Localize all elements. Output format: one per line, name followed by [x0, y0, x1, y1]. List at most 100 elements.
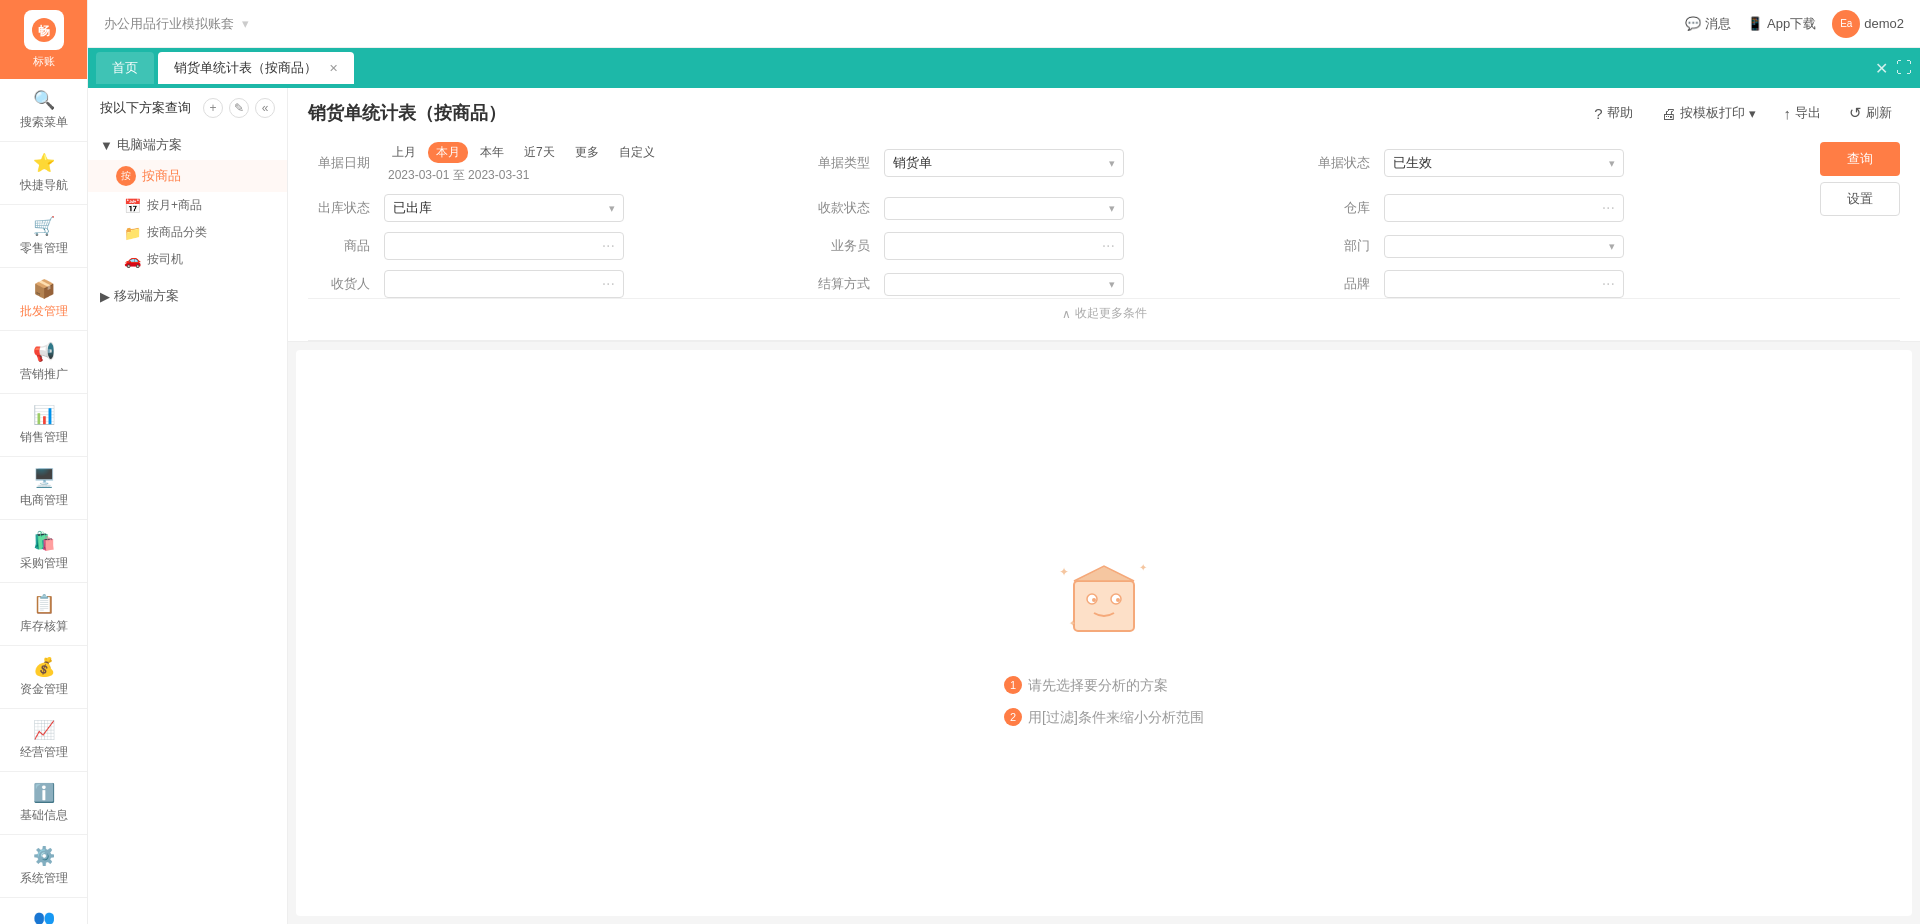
category-icon: 📁 [124, 225, 141, 241]
tree-group-desktop[interactable]: ▼ 电脑端方案 [88, 130, 287, 160]
edit-scheme-btn[interactable]: ✎ [229, 98, 249, 118]
tree-item-label: 按商品 [142, 167, 181, 185]
query-button[interactable]: 查询 [1820, 142, 1900, 176]
refresh-label: 刷新 [1866, 104, 1892, 122]
warehouse-label: 仓库 [1308, 199, 1378, 217]
empty-state: ✦ ✦ ✦ 1 请先选择要分析的方案 2 用[过滤]条件来缩小分析范围 [296, 350, 1912, 916]
sidebar-item-quick-nav[interactable]: ⭐ 快捷导航 [0, 142, 87, 205]
doc-status-select[interactable]: 已生效 ▾ [1384, 149, 1624, 177]
breadcrumb-arrow: ▾ [242, 16, 249, 31]
sidebar-item-operation[interactable]: 📈 经营管理 [0, 709, 87, 772]
message-btn[interactable]: 💬 消息 [1685, 15, 1731, 33]
export-btn[interactable]: ↑ 导出 [1776, 100, 1830, 126]
date-btn-last-month[interactable]: 上月 [384, 142, 424, 163]
add-scheme-btn[interactable]: + [203, 98, 223, 118]
date-btn-this-year[interactable]: 本年 [472, 142, 512, 163]
svg-point-7 [1116, 598, 1120, 602]
system-icon: ⚙️ [33, 845, 55, 867]
tree-sub-label: 按商品分类 [147, 224, 207, 241]
tree-item-by-goods[interactable]: 按 按商品 [88, 160, 287, 192]
salesman-input[interactable]: ··· [884, 232, 1124, 260]
sidebar-item-label: 电商管理 [20, 492, 68, 509]
sidebar-item-sales[interactable]: 📊 销售管理 [0, 394, 87, 457]
retail-icon: 🛒 [33, 215, 55, 237]
doc-type-select[interactable]: 销货单 ▾ [884, 149, 1124, 177]
receipt-status-select[interactable]: ▾ [884, 197, 1124, 220]
brand-dots: ··· [1602, 275, 1615, 293]
tree-item-by-driver[interactable]: 🚗 按司机 [88, 246, 287, 273]
collapse-more-btn[interactable]: ∧ 收起更多条件 [308, 298, 1900, 328]
tab-home[interactable]: 首页 [96, 52, 154, 84]
receiver-label: 收货人 [308, 275, 378, 293]
receiver-input[interactable]: ··· [384, 270, 624, 298]
sidebar-item-marketing[interactable]: 📢 营销推广 [0, 331, 87, 394]
tab-sales-stats[interactable]: 销货单统计表（按商品） ✕ [158, 52, 354, 84]
print-dropdown-icon: ▾ [1749, 106, 1756, 121]
tab-close-icon[interactable]: ✕ [329, 62, 338, 75]
marketing-icon: 📢 [33, 341, 55, 363]
date-btn-more[interactable]: 更多 [567, 142, 607, 163]
tree-item-by-month-goods[interactable]: 📅 按月+商品 [88, 192, 287, 219]
svg-text:畅: 畅 [38, 24, 50, 38]
page-title-bar: 销货单统计表（按商品） ? 帮助 🖨 按模板打印 ▾ ↑ [288, 88, 1920, 342]
header-actions: 💬 消息 📱 App下载 Ea demo2 [1685, 10, 1904, 38]
sales-icon: 📊 [33, 404, 55, 426]
ecommerce-icon: 🖥️ [33, 467, 55, 489]
settings-button[interactable]: 设置 [1820, 182, 1900, 216]
dept-select[interactable]: ▾ [1384, 235, 1624, 258]
empty-step-2: 2 用[过滤]条件来缩小分析范围 [1004, 703, 1204, 731]
goods-input[interactable]: ··· [384, 232, 624, 260]
tab-minimize-icon[interactable]: ✕ [1875, 59, 1888, 78]
date-btn-custom[interactable]: 自定义 [611, 142, 663, 163]
panel-header-actions: + ✎ « [203, 98, 275, 118]
settle-label: 结算方式 [808, 275, 878, 293]
tree-group-mobile[interactable]: ▶ 移动端方案 [88, 281, 287, 311]
doc-type-arrow: ▾ [1109, 157, 1115, 170]
sidebar-item-inventory[interactable]: 📋 库存核算 [0, 583, 87, 646]
filter-row-2: 出库状态 已出库 ▾ 收款状态 [308, 194, 1808, 222]
user-profile-btn[interactable]: Ea demo2 [1832, 10, 1904, 38]
out-status-select[interactable]: 已出库 ▾ [384, 194, 624, 222]
empty-text: 1 请先选择要分析的方案 2 用[过滤]条件来缩小分析范围 [1004, 671, 1204, 735]
breadcrumb: 办公用品行业模拟账套 ▾ [104, 15, 249, 33]
sidebar-item-wholesale[interactable]: 📦 批发管理 [0, 268, 87, 331]
svg-text:✦: ✦ [1139, 562, 1147, 573]
print-btn[interactable]: 🖨 按模板打印 ▾ [1653, 100, 1764, 126]
help-icon: ? [1594, 105, 1602, 122]
date-range-display: 2023-03-01 至 2023-03-31 [388, 167, 529, 184]
purchase-icon: 🛍️ [33, 530, 55, 552]
sidebar-item-purchase[interactable]: 🛍️ 采购管理 [0, 520, 87, 583]
date-btn-7days[interactable]: 近7天 [516, 142, 563, 163]
print-label: 按模板打印 [1680, 104, 1745, 122]
sidebar-item-finance[interactable]: 💰 资金管理 [0, 646, 87, 709]
app-download-btn[interactable]: 📱 App下载 [1747, 15, 1816, 33]
settle-arrow: ▾ [1109, 278, 1115, 291]
tree-item-by-category[interactable]: 📁 按商品分类 [88, 219, 287, 246]
tree-group-label: 电脑端方案 [117, 136, 182, 154]
refresh-btn[interactable]: ↺ 刷新 [1841, 100, 1900, 126]
sidebar-item-search[interactable]: 🔍 搜索菜单 [0, 79, 87, 142]
salesman-label: 业务员 [808, 237, 878, 255]
sidebar-item-ecommerce[interactable]: 🖥️ 电商管理 [0, 457, 87, 520]
doc-status-label: 单据状态 [1308, 154, 1378, 172]
print-icon: 🖨 [1661, 105, 1676, 122]
sidebar-item-retail[interactable]: 🛒 零售管理 [0, 205, 87, 268]
search-icon: 🔍 [33, 89, 55, 111]
help-btn[interactable]: ? 帮助 [1586, 100, 1640, 126]
sidebar-item-label: 营销推广 [20, 366, 68, 383]
settle-select[interactable]: ▾ [884, 273, 1124, 296]
sidebar-item-system[interactable]: ⚙️ 系统管理 [0, 835, 87, 898]
sidebar-item-basic[interactable]: ℹ️ 基础信息 [0, 772, 87, 835]
goods-dots: ··· [602, 237, 615, 255]
sidebar-item-enterprise[interactable]: 👥 企业协同 [0, 898, 87, 924]
brand-label: 品牌 [1308, 275, 1378, 293]
left-panel: 按以下方案查询 + ✎ « ▼ 电脑端方案 按 按商品 📅 [88, 88, 288, 924]
collapse-panel-btn[interactable]: « [255, 98, 275, 118]
driver-icon: 🚗 [124, 252, 141, 268]
warehouse-input[interactable]: ··· [1384, 194, 1624, 222]
brand-input[interactable]: ··· [1384, 270, 1624, 298]
finance-icon: 💰 [33, 656, 55, 678]
tab-expand-icon[interactable]: ⛶ [1896, 59, 1912, 78]
tree-sub-label: 按司机 [147, 251, 183, 268]
date-btn-this-month[interactable]: 本月 [428, 142, 468, 163]
